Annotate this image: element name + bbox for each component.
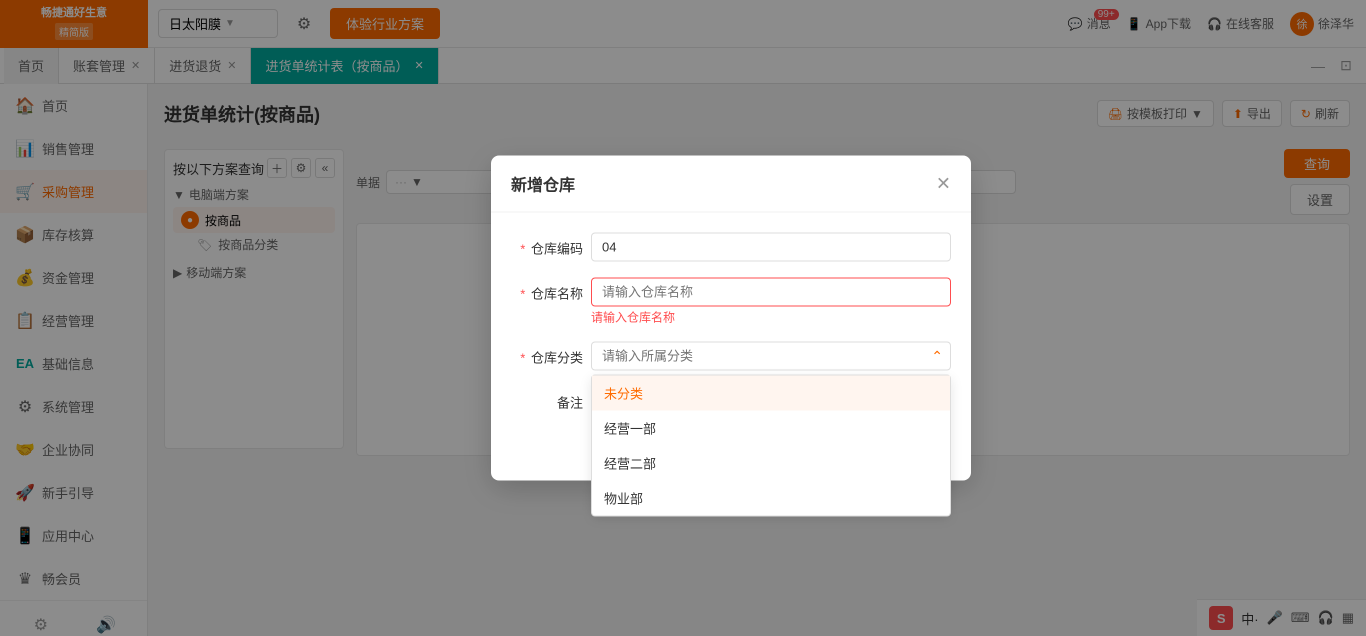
dropdown-item-uncategorized[interactable]: 未分类 bbox=[592, 376, 950, 411]
warehouse-code-input-wrap bbox=[591, 233, 951, 262]
warehouse-category-input[interactable] bbox=[591, 342, 951, 371]
warehouse-name-label: * 仓库名称 bbox=[511, 278, 591, 303]
dialog-close-button[interactable]: ✕ bbox=[936, 173, 951, 194]
dropdown-item-property[interactable]: 物业部 bbox=[592, 481, 950, 516]
warehouse-name-input-wrap: 请输入仓库名称 bbox=[591, 278, 951, 326]
warehouse-category-row: * 仓库分类 ⌃ 未分类 经营一部 经营二部 物业部 bbox=[511, 342, 951, 371]
required-star-name: * bbox=[520, 287, 525, 302]
dialog-header: 新增仓库 ✕ bbox=[491, 156, 971, 213]
warehouse-code-input[interactable] bbox=[591, 233, 951, 262]
warehouse-code-label: * 仓库编码 bbox=[511, 233, 591, 258]
warehouse-category-input-wrap: ⌃ 未分类 经营一部 经营二部 物业部 bbox=[591, 342, 951, 371]
dropdown-item-ops1[interactable]: 经营一部 bbox=[592, 411, 950, 446]
warehouse-name-row: * 仓库名称 请输入仓库名称 bbox=[511, 278, 951, 326]
dialog-body: * 仓库编码 * 仓库名称 请输入仓库名称 * 仓库分类 bbox=[491, 213, 971, 416]
category-arrow-icon[interactable]: ⌃ bbox=[931, 348, 943, 365]
warehouse-code-row: * 仓库编码 bbox=[511, 233, 951, 262]
required-star-cat: * bbox=[520, 351, 525, 366]
category-dropdown: 未分类 经营一部 经营二部 物业部 bbox=[591, 375, 951, 517]
dialog-title: 新增仓库 bbox=[511, 172, 575, 196]
required-star-code: * bbox=[520, 242, 525, 257]
warehouse-category-label: * 仓库分类 bbox=[511, 342, 591, 367]
warehouse-name-input[interactable] bbox=[591, 278, 951, 307]
remark-label: 备注 bbox=[511, 387, 591, 412]
category-input-wrap: ⌃ bbox=[591, 342, 951, 371]
warehouse-name-error: 请输入仓库名称 bbox=[591, 309, 951, 326]
add-warehouse-dialog: 新增仓库 ✕ * 仓库编码 * 仓库名称 请输入仓库名称 bbox=[491, 156, 971, 481]
dropdown-item-ops2[interactable]: 经营二部 bbox=[592, 446, 950, 481]
